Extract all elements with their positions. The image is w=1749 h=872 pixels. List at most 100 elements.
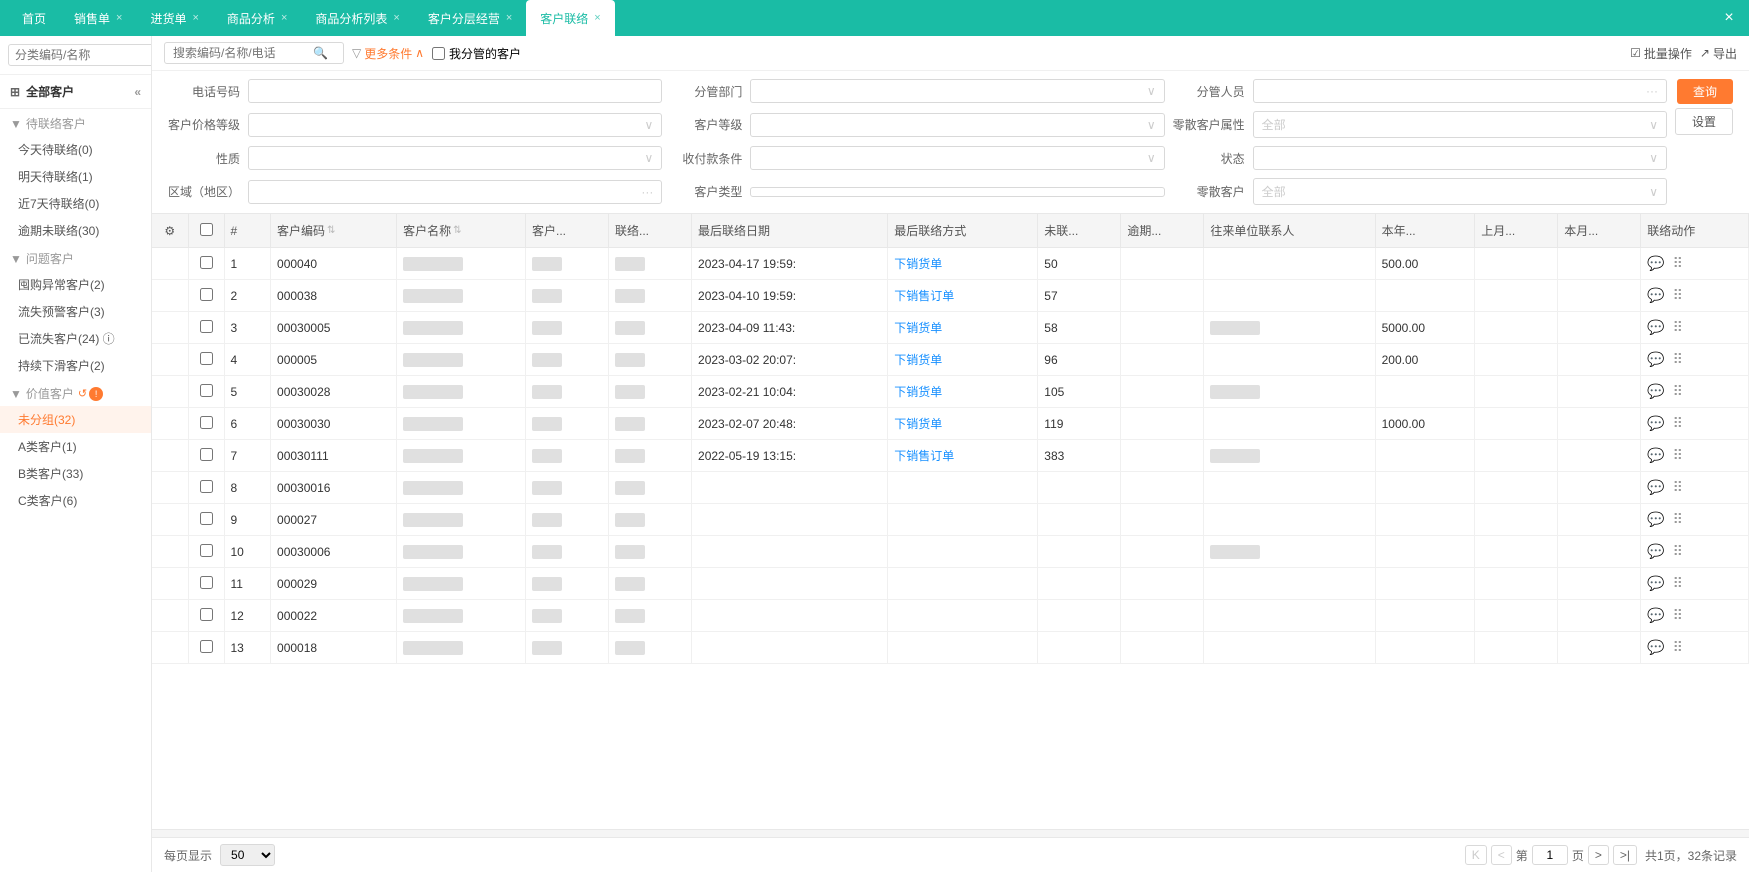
contact-method-link[interactable]: 下销货单 bbox=[894, 321, 942, 335]
more-action-icon[interactable]: ⠿ bbox=[1673, 255, 1683, 272]
nav-tab-sales[interactable]: 销售单 × bbox=[60, 0, 136, 36]
filter-select-level[interactable]: ∨ bbox=[750, 113, 1164, 137]
my-customers-check[interactable] bbox=[432, 47, 445, 60]
sidebar-item-churn-warning[interactable]: 流失预警客户(3) bbox=[0, 298, 151, 325]
page-number-input[interactable] bbox=[1532, 845, 1568, 865]
contact-method-link[interactable]: 下销货单 bbox=[894, 257, 942, 271]
horizontal-scrollbar[interactable] bbox=[152, 829, 1749, 837]
more-action-icon[interactable]: ⠿ bbox=[1673, 607, 1683, 624]
nav-tab-customer-segment-close[interactable]: × bbox=[506, 12, 512, 24]
my-customers-checkbox[interactable]: 我分管的客户 bbox=[432, 45, 521, 62]
nav-tab-product-analysis[interactable]: 商品分析 × bbox=[213, 0, 301, 36]
row-checkbox[interactable] bbox=[200, 352, 213, 365]
more-action-icon[interactable]: ⠿ bbox=[1673, 415, 1683, 432]
nav-tab-customer-contact[interactable]: 客户联络 × bbox=[526, 0, 614, 36]
more-conditions-btn[interactable]: ▽ 更多条件 ∧ bbox=[352, 45, 424, 62]
row-checkbox[interactable] bbox=[200, 608, 213, 621]
row-checkbox[interactable] bbox=[200, 288, 213, 301]
sidebar-item-class-b[interactable]: B类客户(33) bbox=[0, 460, 151, 487]
main-search-input[interactable] bbox=[173, 46, 313, 60]
sidebar-all-customers[interactable]: ⊞ 全部客户 « bbox=[0, 75, 151, 109]
category-search-input[interactable] bbox=[8, 44, 152, 66]
reset-button[interactable]: 设置 bbox=[1675, 108, 1733, 135]
contact-action-icon[interactable]: 💬 bbox=[1647, 351, 1664, 368]
contact-action-icon[interactable]: 💬 bbox=[1647, 607, 1664, 624]
contact-action-icon[interactable]: 💬 bbox=[1647, 639, 1664, 656]
page-size-select[interactable]: 50 20 100 bbox=[220, 844, 275, 866]
batch-op-button[interactable]: ☑ 批量操作 bbox=[1630, 45, 1692, 62]
contact-method-link[interactable]: 下销售订单 bbox=[894, 289, 954, 303]
sidebar-item-ungrouped[interactable]: 未分组(32) bbox=[0, 406, 151, 433]
filter-select-status[interactable]: ∨ bbox=[1253, 146, 1667, 170]
contact-method-link[interactable]: 下销货单 bbox=[894, 417, 942, 431]
nav-tab-home[interactable]: 首页 bbox=[8, 0, 60, 36]
export-button[interactable]: ↗ 导出 bbox=[1700, 45, 1737, 62]
main-search-icon[interactable]: 🔍 bbox=[313, 46, 328, 60]
nav-tab-product-analysis-list[interactable]: 商品分析列表 × bbox=[301, 0, 413, 36]
filter-select-retail[interactable]: 全部∨ bbox=[1253, 178, 1667, 205]
row-checkbox[interactable] bbox=[200, 256, 213, 269]
window-close-button[interactable]: × bbox=[1717, 6, 1741, 30]
nav-tab-customer-contact-close[interactable]: × bbox=[594, 12, 600, 24]
more-action-icon[interactable]: ⠿ bbox=[1673, 639, 1683, 656]
filter-select-person[interactable]: ··· bbox=[1253, 79, 1667, 103]
sidebar-item-7days-pending[interactable]: 近7天待联络(0) bbox=[0, 190, 151, 217]
filter-select-nature[interactable]: ∨ bbox=[248, 146, 662, 170]
more-action-icon[interactable]: ⠿ bbox=[1673, 447, 1683, 464]
th-code-sort[interactable]: ⇅ bbox=[327, 225, 335, 236]
first-page-button[interactable]: K bbox=[1465, 845, 1487, 865]
last-page-button[interactable]: >| bbox=[1613, 845, 1637, 865]
more-action-icon[interactable]: ⠿ bbox=[1673, 319, 1683, 336]
filter-select-payment[interactable]: ∨ bbox=[750, 146, 1164, 170]
sidebar-item-tomorrow-pending[interactable]: 明天待联络(1) bbox=[0, 163, 151, 190]
nav-tab-product-analysis-close[interactable]: × bbox=[281, 12, 287, 24]
contact-action-icon[interactable]: 💬 bbox=[1647, 383, 1664, 400]
select-all-checkbox[interactable] bbox=[200, 223, 213, 236]
filter-select-cust-type[interactable] bbox=[750, 187, 1164, 197]
filter-select-price-level[interactable]: ∨ bbox=[248, 113, 662, 137]
row-checkbox[interactable] bbox=[200, 544, 213, 557]
collapse-arrow-icon[interactable]: « bbox=[134, 85, 141, 99]
more-action-icon[interactable]: ⠿ bbox=[1673, 543, 1683, 560]
th-settings[interactable]: ⚙ bbox=[152, 214, 188, 248]
more-action-icon[interactable]: ⠿ bbox=[1673, 479, 1683, 496]
contact-action-icon[interactable]: 💬 bbox=[1647, 255, 1664, 272]
contact-method-link[interactable]: 下销货单 bbox=[894, 353, 942, 367]
filter-select-dept[interactable]: ∨ bbox=[750, 79, 1164, 103]
sidebar-item-churned[interactable]: 已流失客户(24) ⓘ bbox=[0, 325, 151, 352]
sidebar-item-today-pending[interactable]: 今天待联络(0) bbox=[0, 136, 151, 163]
row-checkbox[interactable] bbox=[200, 640, 213, 653]
contact-method-link[interactable]: 下销货单 bbox=[894, 385, 942, 399]
more-action-icon[interactable]: ⠿ bbox=[1673, 287, 1683, 304]
sidebar-item-class-a[interactable]: A类客户(1) bbox=[0, 433, 151, 460]
row-checkbox[interactable] bbox=[200, 416, 213, 429]
nav-tab-customer-segment[interactable]: 客户分层经营 × bbox=[414, 0, 526, 36]
more-action-icon[interactable]: ⠿ bbox=[1673, 575, 1683, 592]
sidebar-item-class-c[interactable]: C类客户(6) bbox=[0, 487, 151, 514]
nav-tab-sales-close[interactable]: × bbox=[116, 12, 122, 24]
contact-method-link[interactable]: 下销售订单 bbox=[894, 449, 954, 463]
sidebar-item-overdue-pending[interactable]: 逾期未联络(30) bbox=[0, 217, 151, 244]
contact-action-icon[interactable]: 💬 bbox=[1647, 479, 1664, 496]
next-page-button[interactable]: > bbox=[1588, 845, 1609, 865]
contact-action-icon[interactable]: 💬 bbox=[1647, 447, 1664, 464]
prev-page-button[interactable]: < bbox=[1491, 845, 1512, 865]
contact-action-icon[interactable]: 💬 bbox=[1647, 575, 1664, 592]
contact-action-icon[interactable]: 💬 bbox=[1647, 543, 1664, 560]
more-action-icon[interactable]: ⠿ bbox=[1673, 511, 1683, 528]
contact-action-icon[interactable]: 💬 bbox=[1647, 415, 1664, 432]
nav-tab-product-analysis-list-close[interactable]: × bbox=[393, 12, 399, 24]
th-name-sort[interactable]: ⇅ bbox=[453, 225, 461, 236]
contact-action-icon[interactable]: 💬 bbox=[1647, 319, 1664, 336]
nav-tab-purchase[interactable]: 进货单 × bbox=[136, 0, 212, 36]
query-button[interactable]: 查询 bbox=[1677, 79, 1733, 104]
filter-select-retail-attr[interactable]: 全部∨ bbox=[1253, 111, 1667, 138]
contact-action-icon[interactable]: 💬 bbox=[1647, 287, 1664, 304]
row-checkbox[interactable] bbox=[200, 480, 213, 493]
more-action-icon[interactable]: ⠿ bbox=[1673, 351, 1683, 368]
nav-tab-purchase-close[interactable]: × bbox=[192, 12, 198, 24]
sidebar-item-hoarding-abnormal[interactable]: 囤购异常客户(2) bbox=[0, 271, 151, 298]
filter-input-phone[interactable] bbox=[248, 79, 662, 103]
row-checkbox[interactable] bbox=[200, 320, 213, 333]
filter-select-region[interactable]: ··· bbox=[248, 180, 662, 204]
